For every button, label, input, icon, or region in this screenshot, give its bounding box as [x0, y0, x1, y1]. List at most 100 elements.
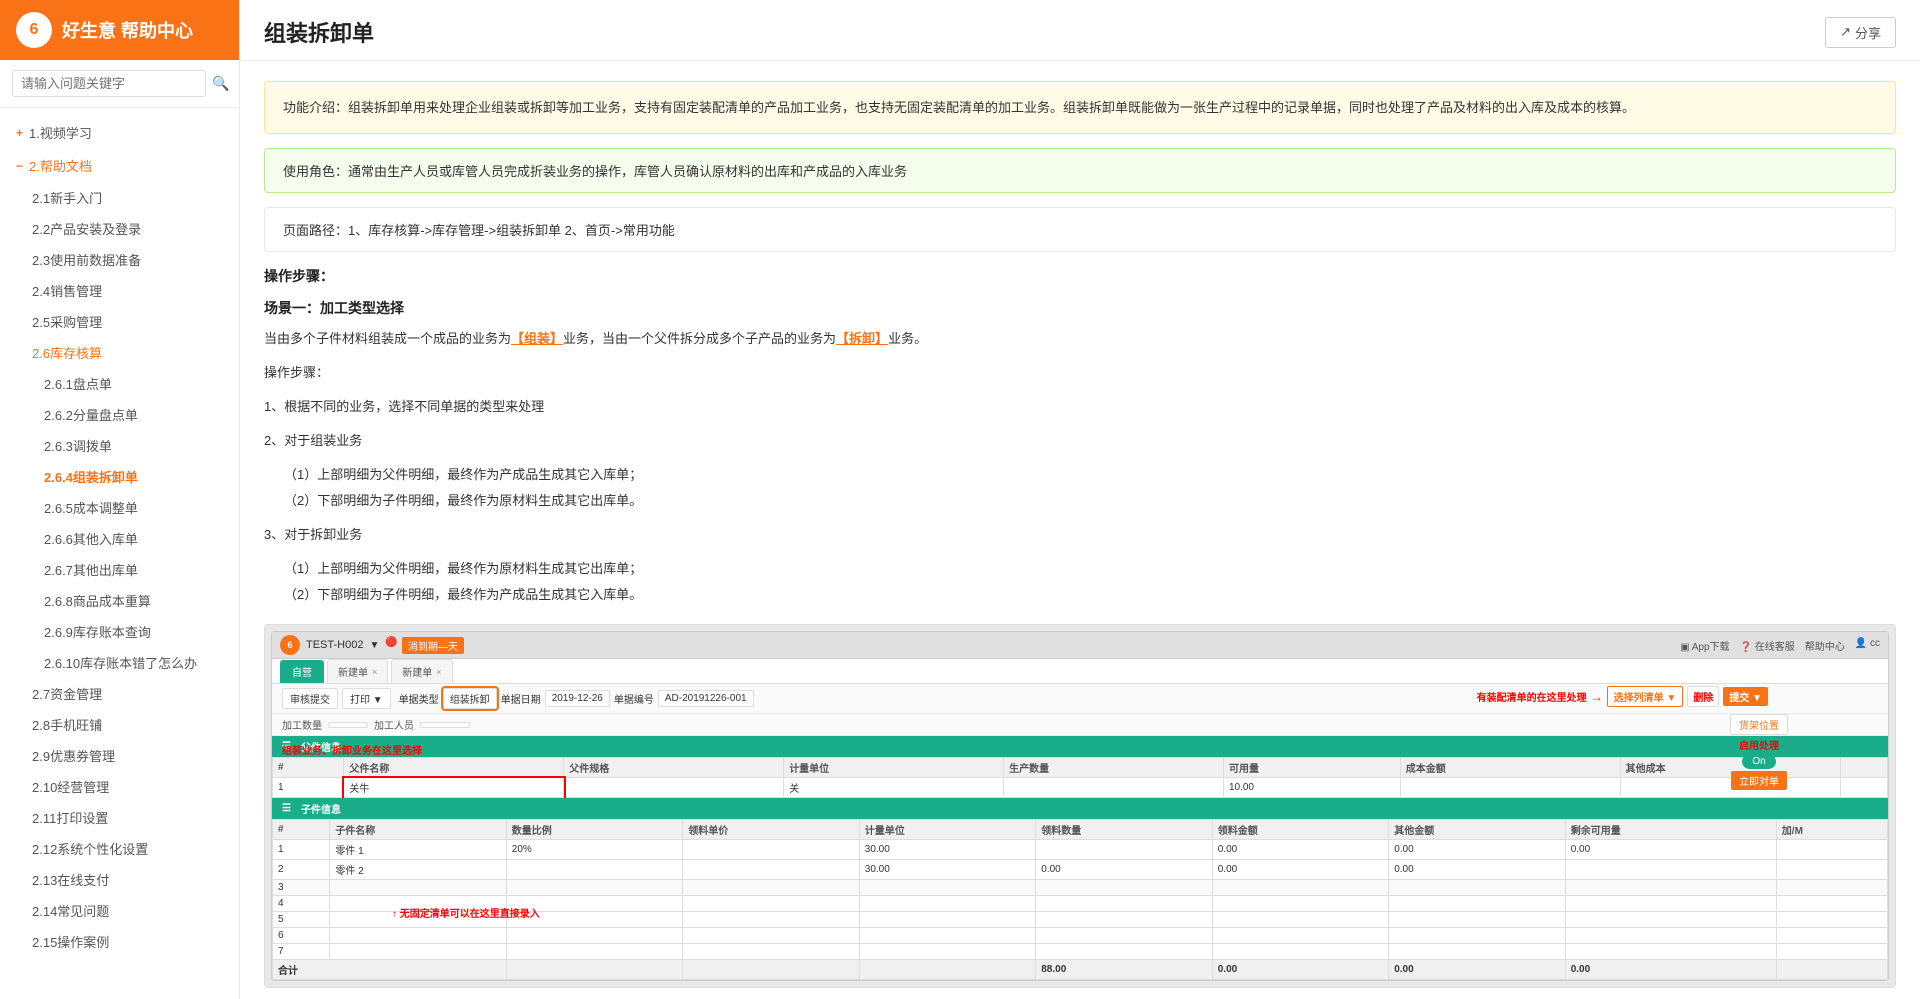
step2: 2、对于组装业务	[264, 428, 1896, 454]
ss-logo: 6	[280, 635, 300, 655]
ss-lrow2-mw	[1776, 860, 1887, 880]
ss-lrow4-num: 4	[273, 896, 330, 912]
article-content: 功能介绍：组装拆卸单用来处理企业组装或拆卸等加工业务，支持有固定装配清单的产品加…	[240, 61, 1920, 999]
scenario1-desc: 当由多个子件材料组装成一个成品的业务为【组装】业务，当由一个父件拆分成多个子产品…	[264, 326, 1896, 352]
sidebar-item-assembly[interactable]: 2.6.4组装拆卸单	[0, 461, 239, 492]
search-icon[interactable]: 🔍	[212, 75, 229, 92]
ss-date-label: 单据日期	[501, 691, 541, 706]
ss-lrow2-remain	[1565, 860, 1776, 880]
ss-qty-input	[328, 722, 368, 728]
sidebar-item-install[interactable]: 2.2产品安装及登录	[0, 213, 239, 244]
arrow4-icon: ↑	[392, 909, 397, 920]
sidebar-item-adjust[interactable]: 2.6.3调拨单	[0, 430, 239, 461]
ss-type-value: 组装拆卸	[443, 688, 497, 709]
annotation3: 启用处理	[1739, 737, 1779, 752]
disassembly-link: 【拆卸】	[836, 331, 888, 346]
sidebar-item-coupon[interactable]: 2.9优惠券管理	[0, 740, 239, 771]
ss-on-toggle: On	[1742, 754, 1775, 769]
step3: 3、对于拆卸业务	[264, 522, 1896, 548]
ss-col-avail: 可用量	[1223, 758, 1400, 778]
ss-lower-table: # 子件名称 数量比例 领料单价 计量单位 领料数量 领料金额 其他金额 剩余可…	[272, 819, 1888, 980]
sidebar-item-stock-check[interactable]: 2.6.9库存账本查询	[0, 616, 239, 647]
sidebar-item-goods-cost[interactable]: 2.6.8商品成本重算	[0, 585, 239, 616]
ss-topbar: 6 TEST-H002 ▼ 🔴 消到期—天 ▣ App下载 ❓ 在线客服 帮助中…	[272, 632, 1888, 659]
ss-lrow1-oamt: 0.00	[1389, 840, 1565, 860]
ss-total-3: 0.00	[1389, 960, 1565, 980]
ss-lcol-num: #	[273, 820, 330, 840]
step2-subs: （1）上部明细为父件明细，最终作为产成品生成其它入库单； （2）下部明细为子件明…	[284, 462, 1896, 514]
table-row: 1 关牛 关 10.00	[273, 778, 1888, 798]
ss-help: ❓ 在线客服	[1740, 638, 1795, 653]
ss-tab2-close: ×	[372, 667, 377, 677]
sidebar-item-other-out[interactable]: 2.6.7其他出库单	[0, 554, 239, 585]
scenario1-title: 场景一：加工类型选择	[264, 298, 1896, 318]
ss-lrow1-remain: 0.00	[1565, 840, 1776, 860]
ss-location-input: 货架位置	[1730, 714, 1788, 735]
ss-lrow1-ratio: 20%	[506, 840, 682, 860]
sidebar-item-data-prep[interactable]: 2.3使用前数据准备	[0, 244, 239, 275]
ss-lrow3-amt	[1212, 880, 1388, 896]
ss-lrow3-name	[330, 880, 506, 896]
sidebar-item-newcomer[interactable]: 2.1新手入门	[0, 182, 239, 213]
main-content-area: 组装拆卸单 ↗ 分享 功能介绍：组装拆卸单用来处理企业组装或拆卸等加工业务，支持…	[240, 0, 1920, 999]
ss-form-toolbar: 审核提交 打印 ▼ 单据类型 组装拆卸 单据日期 2019-12-26 单据编号…	[272, 684, 1888, 714]
ss-action-btns: 审核提交 打印 ▼	[282, 688, 391, 709]
ss-lrow2-qty: 0.00	[1036, 860, 1212, 880]
ss-lrow2-name: 零件 2	[330, 860, 506, 880]
ss-row-spec	[564, 778, 784, 798]
sidebar-item-cost-adj[interactable]: 2.6.5成本调整单	[0, 492, 239, 523]
ss-upper-table: # 父件名称 父件规格 计量单位 生产数量 可用量 成本金额 其他成本	[272, 757, 1888, 798]
ss-user: 👤 cc	[1855, 638, 1880, 653]
ss-col-cost: 成本金额	[1400, 758, 1620, 778]
annotation3-area: 货架位置 启用处理 On 立即对单	[1730, 714, 1788, 790]
ss-topbar-left: 6 TEST-H002 ▼ 🔴 消到期—天	[280, 635, 464, 655]
expand-icon: +	[16, 126, 23, 140]
sidebar-item-stock-err[interactable]: 2.6.10库存账本错了怎么办	[0, 647, 239, 678]
sidebar-item-finance[interactable]: 2.7资金管理	[0, 678, 239, 709]
sidebar-item-sys-config[interactable]: 2.12系统个性化设置	[0, 833, 239, 864]
search-input[interactable]	[12, 70, 206, 97]
ss-tab-active: 自营	[280, 660, 324, 683]
annotation1: 有装配清单的在这里处理 → 选择列清单 ▼ 删除 提交 ▼	[1477, 686, 1768, 707]
sidebar-item-ops[interactable]: 2.10经营管理	[0, 771, 239, 802]
ss-lrow3-oamt	[1389, 880, 1565, 896]
sidebar-item-sales[interactable]: 2.4销售管理	[0, 275, 239, 306]
collapse-icon: −	[16, 159, 23, 173]
ss-lrow2-price	[683, 860, 859, 880]
ss-checklist-btn: 选择列清单 ▼	[1607, 686, 1684, 707]
sidebar-item-inventory[interactable]: 2.6库存核算	[0, 337, 239, 368]
path-block: 页面路径：1、库存核算->库存管理->组装拆卸单 2、首页->常用功能	[264, 207, 1896, 252]
arrow1-icon: →	[1591, 690, 1603, 704]
ss-upper-section: ☰ 父件信息	[272, 736, 1888, 757]
sidebar-item-faq[interactable]: 2.14常见问题	[0, 895, 239, 926]
ss-row-cost	[1400, 778, 1620, 798]
ss-lcol-price: 领料单价	[683, 820, 859, 840]
ss-app-store: ▣ App下载	[1680, 638, 1729, 653]
ss-person-input	[420, 722, 470, 728]
ss-row-name: 关牛	[344, 778, 564, 798]
ss-row-prod-qty	[1004, 778, 1224, 798]
ss-confirm-btn: 立即对单	[1731, 771, 1787, 790]
ss-type-label: 单据类型	[399, 691, 439, 706]
sidebar-item-payment[interactable]: 2.13在线支付	[0, 864, 239, 895]
share-button[interactable]: ↗ 分享	[1825, 17, 1896, 48]
ss-lcol-name: 子件名称	[330, 820, 506, 840]
ss-col-num: #	[273, 758, 344, 778]
ss-lcol-qty: 领料数量	[1036, 820, 1212, 840]
step2-sub1: （1）上部明细为父件明细，最终作为产成品生成其它入库单；	[284, 462, 1896, 488]
sidebar-item-stocktake[interactable]: 2.6.1盘点单	[0, 368, 239, 399]
sidebar-item-print[interactable]: 2.11打印设置	[0, 802, 239, 833]
sidebar-item-cases[interactable]: 2.15操作案例	[0, 926, 239, 957]
sidebar-item-purchase[interactable]: 2.5采购管理	[0, 306, 239, 337]
sidebar-item-docs[interactable]: − 2.帮助文档	[0, 149, 239, 182]
sidebar-item-other-in[interactable]: 2.6.6其他入库单	[0, 523, 239, 554]
ss-upper-table-container: # 父件名称 父件规格 计量单位 生产数量 可用量 成本金额 其他成本	[272, 757, 1888, 798]
sidebar-item-mobile[interactable]: 2.8手机旺铺	[0, 709, 239, 740]
table-row: 3	[273, 880, 1888, 896]
sidebar-item-split-stock[interactable]: 2.6.2分量盘点单	[0, 399, 239, 430]
sidebar-item-video[interactable]: + 1.视频学习	[0, 116, 239, 149]
sidebar: 6 好生意 帮助中心 🔍 + 1.视频学习 − 2.帮助文档 2.1新手入门 2…	[0, 0, 240, 999]
ss-topbar-right: ▣ App下载 ❓ 在线客服 帮助中心 👤 cc	[1680, 638, 1880, 653]
ss-tab2: 新建单 ×	[327, 659, 388, 683]
ss-col-actions	[1840, 758, 1887, 778]
